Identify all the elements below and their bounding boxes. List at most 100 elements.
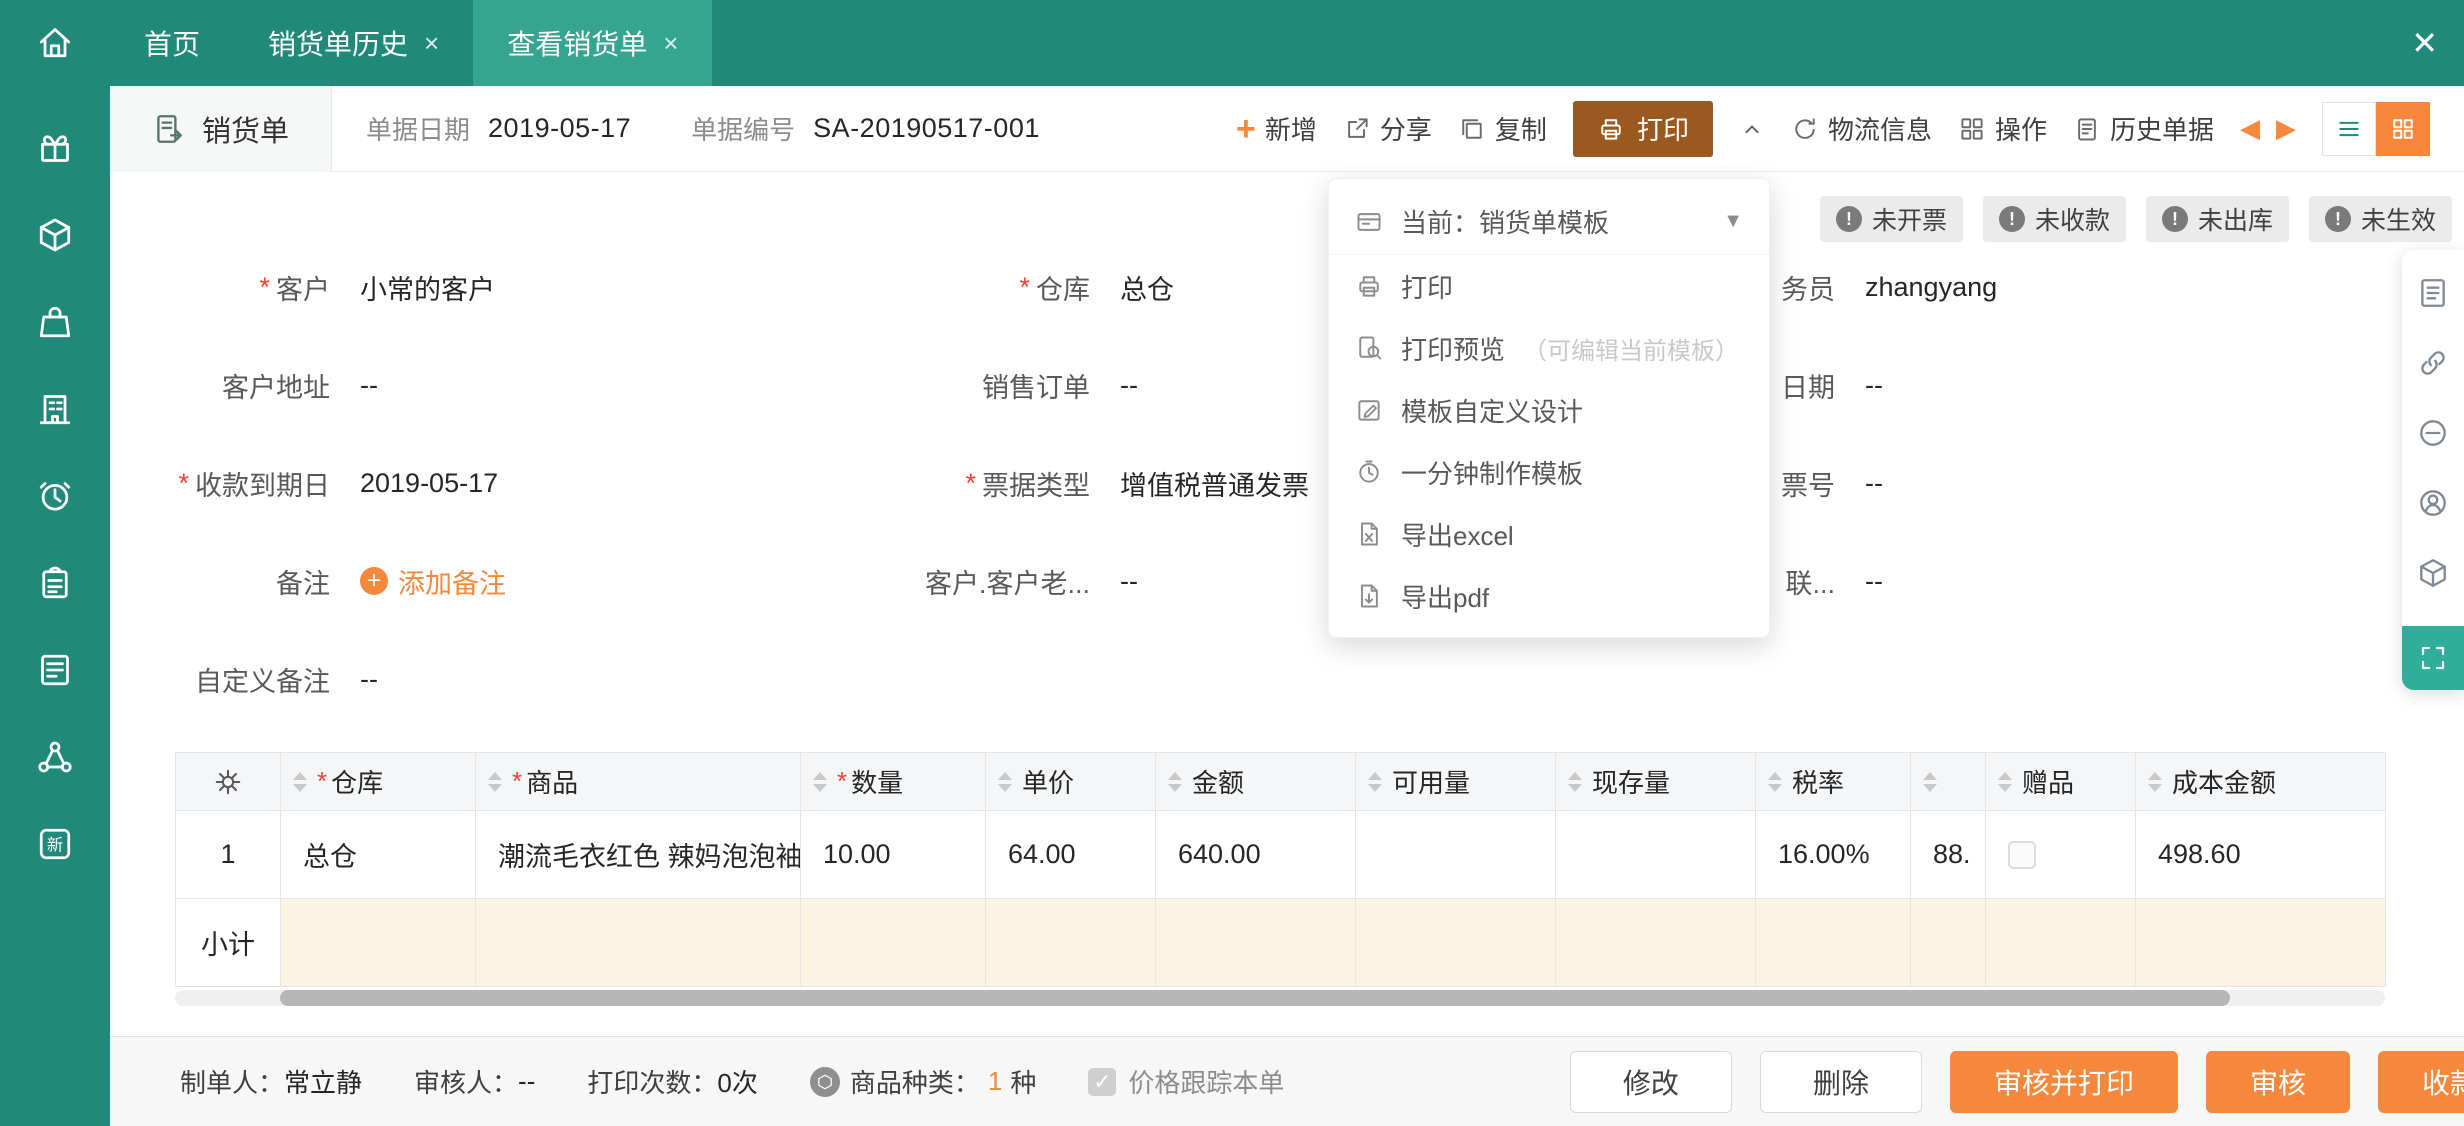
doc-nav: ◀ ▶	[2240, 113, 2296, 144]
menu-item-export-pdf[interactable]: 导出pdf	[1329, 565, 1769, 627]
audit-and-print-button[interactable]: 审核并打印	[1949, 1050, 2178, 1113]
gift-checkbox[interactable]	[2008, 840, 2036, 869]
close-window-icon[interactable]: ✕	[2411, 24, 2438, 62]
expand-icon	[2421, 646, 2445, 670]
footer-bar: 制单人： 常立静 审核人： -- 打印次数： 0次 商品种类： 1 种 ✓ 价格跟踪本单 …	[110, 1036, 2464, 1126]
person-circle-icon[interactable]	[2416, 486, 2450, 520]
add-button[interactable]: + 新增	[1236, 110, 1317, 147]
cube-icon[interactable]	[2416, 556, 2450, 590]
menu-item-print-preview[interactable]: 打印预览 （可编辑当前模板）	[1329, 317, 1769, 379]
column-header-available[interactable]: 可用量	[1355, 752, 1556, 811]
menu-item-template-design[interactable]: 模板自定义设计	[1329, 379, 1769, 441]
doc-type-tab[interactable]: 销货单	[110, 85, 333, 172]
field-customer: * 客户 小常的客户	[150, 265, 495, 309]
left-sidebar: 新	[0, 0, 110, 1126]
grid-view-toggle[interactable]	[2376, 101, 2430, 156]
column-header-unit-price[interactable]: 单价	[985, 752, 1156, 811]
scrollbar-thumb[interactable]	[280, 990, 2230, 1006]
sort-icon	[488, 771, 502, 792]
field-customer-address: 客户地址 --	[222, 369, 378, 403]
menu-item-print[interactable]: 打印	[1329, 255, 1769, 317]
home-icon[interactable]	[35, 22, 75, 62]
menu-item-export-excel[interactable]: 导出excel	[1329, 503, 1769, 565]
menu-item-current-template[interactable]: 当前：销货单模板 ▼	[1329, 189, 1769, 255]
history-docs-button[interactable]: 历史单据	[2073, 110, 2214, 147]
alarm-clock-icon[interactable]	[35, 476, 75, 516]
field-custom-remark: 自定义备注 --	[195, 663, 378, 697]
column-settings-gear-icon[interactable]	[188, 767, 268, 797]
copy-button[interactable]: 复制	[1458, 110, 1547, 147]
network-icon[interactable]	[35, 737, 75, 777]
receive-payment-button[interactable]: 收款	[2377, 1050, 2464, 1113]
modify-button[interactable]: 修改	[1569, 1050, 1732, 1113]
column-header-gift[interactable]: 赠品	[1985, 752, 2136, 811]
sort-icon	[1568, 771, 1582, 792]
field-invoice-type: * 票据类型 增值税普通发票	[965, 467, 1309, 501]
column-header-on-hand[interactable]: 现存量	[1555, 752, 1756, 811]
tab-sales-history[interactable]: 销货单历史 ×	[234, 0, 473, 86]
column-header-quantity[interactable]: * 数量	[800, 752, 986, 811]
pdf-file-icon	[1361, 584, 1378, 608]
column-header-amount[interactable]: 金额	[1155, 752, 1356, 811]
gift-cell	[1985, 810, 2136, 899]
on-hand-cell	[1555, 810, 1756, 899]
building-icon[interactable]	[35, 389, 75, 429]
audit-button[interactable]: 审核	[2205, 1050, 2350, 1113]
report-icon[interactable]	[35, 650, 75, 690]
chevron-up-icon[interactable]	[1739, 116, 1765, 142]
unit-price-cell: 64.00	[985, 810, 1156, 899]
next-doc-arrow[interactable]: ▶	[2276, 113, 2296, 144]
column-header-product[interactable]: * 商品	[475, 752, 801, 811]
field-customer-extra: 客户.客户老... --	[924, 565, 1138, 599]
operations-button[interactable]: 操作	[1958, 110, 2047, 147]
gift-icon[interactable]	[35, 128, 75, 168]
tab-close-icon[interactable]: ×	[424, 30, 439, 56]
tab-view-sales-order[interactable]: 查看销货单 ×	[473, 0, 713, 86]
column-header-cost-amount[interactable]: 成本金额	[2135, 752, 2386, 811]
delete-button[interactable]: 删除	[1759, 1050, 1922, 1113]
product-cell: 潮流毛衣红色 辣妈泡泡袖	[475, 810, 801, 899]
cost-amount-cell: 498.60	[2135, 810, 2386, 899]
subtotal-row: 小计	[175, 898, 2386, 987]
document-toolbar: 销货单 单据日期 2019-05-17 单据编号 SA-20190517-001…	[110, 85, 2464, 172]
table-row: 1 总仓 潮流毛衣红色 辣妈泡泡袖 10.00 64.00 640.00 16.…	[175, 810, 2386, 899]
warehouse-cell: 总仓	[280, 810, 476, 899]
sort-icon	[998, 771, 1012, 792]
menu-item-quick-template[interactable]: 一分钟制作模板	[1329, 441, 1769, 503]
creator-info: 制单人： 常立静	[180, 1068, 363, 1098]
sort-icon	[1368, 771, 1382, 792]
share-button[interactable]: 分享	[1343, 110, 1432, 147]
share-icon	[1348, 117, 1368, 138]
horizontal-scrollbar[interactable]	[175, 990, 2385, 1006]
column-header-tax-rate[interactable]: 税率	[1755, 752, 1911, 811]
caret-down-icon[interactable]: ▼	[1723, 210, 1743, 233]
clipboard-icon[interactable]	[35, 563, 75, 603]
printer-icon	[1359, 276, 1379, 297]
column-header-warehouse[interactable]: * 仓库	[280, 752, 476, 811]
tab-home[interactable]: 首页	[110, 0, 234, 86]
logistics-button[interactable]: 物流信息	[1791, 110, 1932, 147]
customer-value: 小常的客户	[360, 274, 495, 305]
column-header-clipped[interactable]	[1910, 752, 1986, 811]
price-track-checkbox[interactable]: ✓	[1088, 1067, 1117, 1096]
link-icon[interactable]	[2416, 346, 2450, 380]
tab-close-icon[interactable]: ×	[663, 30, 678, 56]
logistics-icon	[1795, 117, 1815, 139]
print-button[interactable]: 打印	[1572, 100, 1713, 157]
plus-icon: +	[360, 567, 388, 595]
erp-sales-order-window: 新 首页 销货单历史 × 查看销货单 × ✕ 销货单 单据日期 2019-05-17…	[0, 0, 2464, 1126]
package-icon[interactable]	[35, 215, 75, 255]
expand-button[interactable]	[2402, 626, 2464, 690]
status-badge: ! 未出库	[2145, 196, 2289, 242]
list-view-toggle[interactable]	[2322, 101, 2376, 156]
bag-icon[interactable]	[35, 302, 75, 342]
doc-date-value: 2019-05-17	[488, 113, 632, 143]
new-module-icon[interactable]: 新	[35, 824, 75, 864]
minus-circle-icon[interactable]	[2416, 416, 2450, 450]
status-badge: ! 未开票	[1819, 196, 1963, 242]
add-remark-button[interactable]: + 添加备注	[360, 562, 506, 601]
price-track-option: ✓ 价格跟踪本单	[1088, 1063, 1284, 1100]
prev-doc-arrow[interactable]: ◀	[2240, 113, 2260, 144]
status-badge: ! 未生效	[2308, 196, 2452, 242]
document-icon[interactable]	[2416, 276, 2450, 310]
